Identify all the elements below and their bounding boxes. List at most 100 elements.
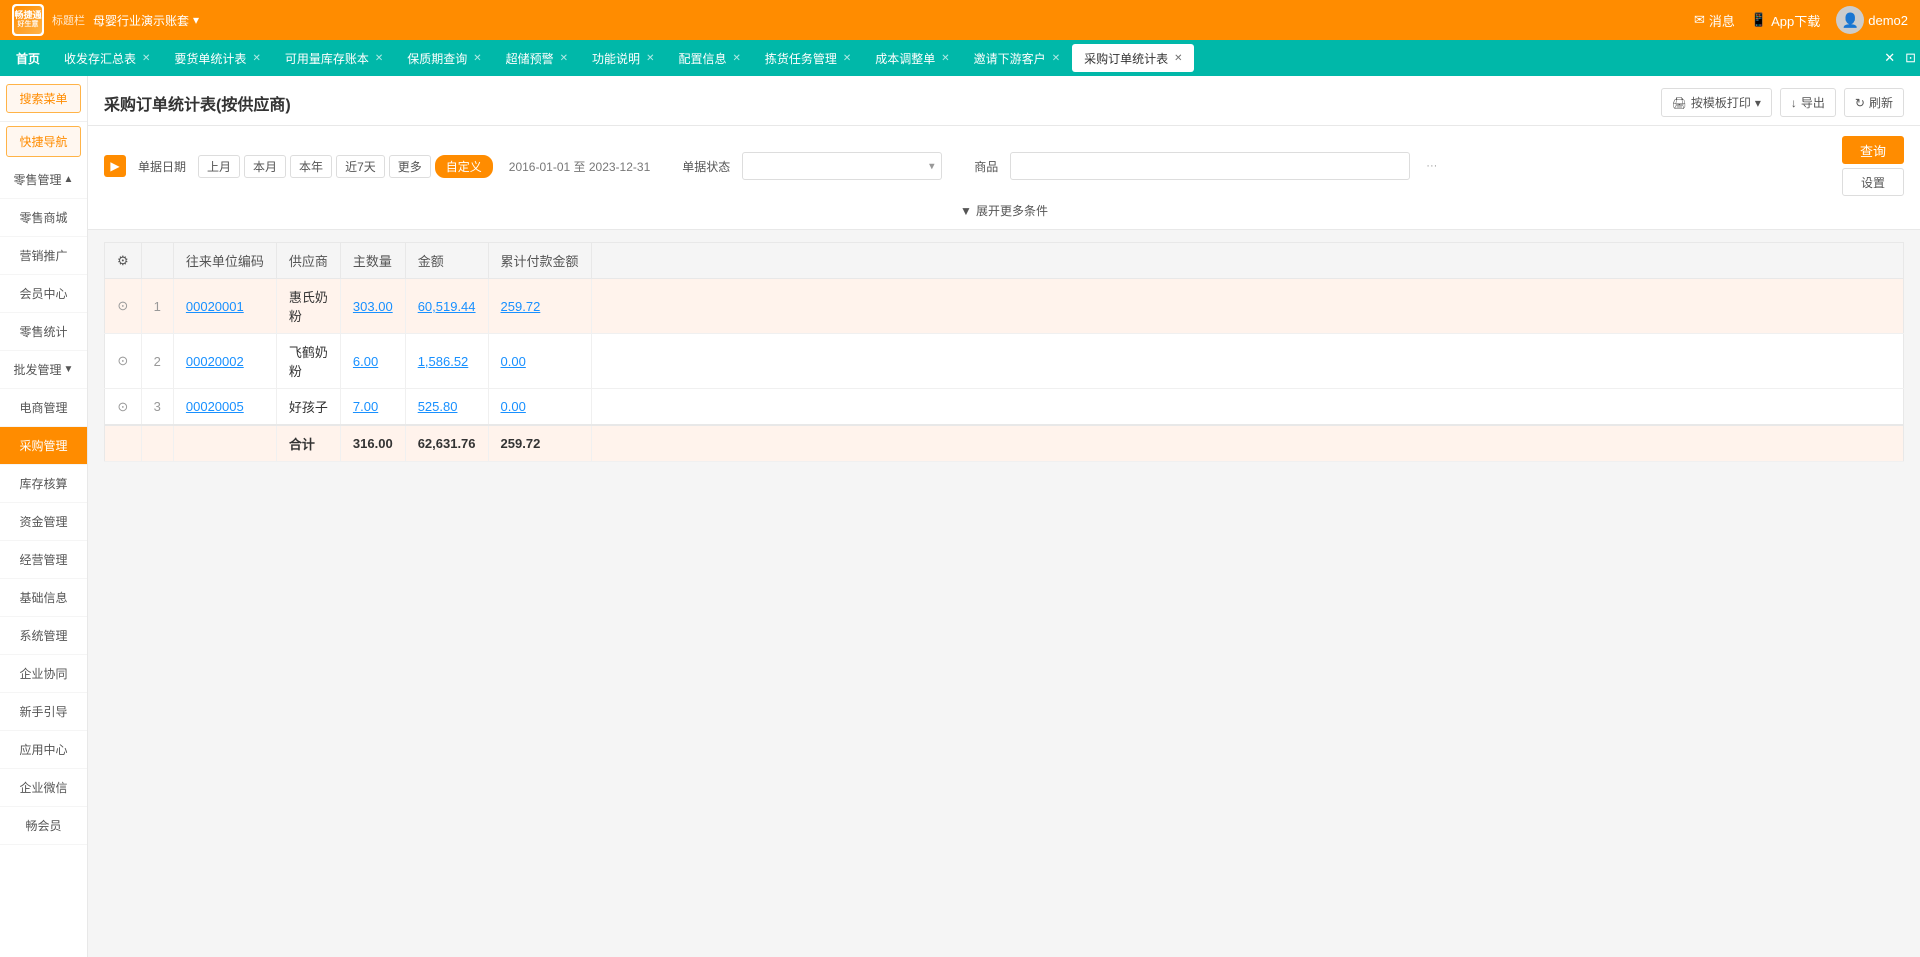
td-footer-settings <box>105 425 142 462</box>
sidebar-item-label: 经营管理 <box>19 553 67 567</box>
td-code-3: 00020005 <box>173 389 276 426</box>
sidebar-item-label: 零售商城 <box>19 211 67 225</box>
more-options-icon[interactable]: ··· <box>1426 160 1437 172</box>
app-label: 标题栏 <box>52 12 85 28</box>
tab-0[interactable]: 收发存汇总表 ✕ <box>52 44 162 72</box>
sidebar-item-guide[interactable]: 新手引导 <box>0 693 87 731</box>
tab-2[interactable]: 可用量库存账本 ✕ <box>273 44 395 72</box>
sidebar-item-basic-info[interactable]: 基础信息 <box>0 579 87 617</box>
btn-last-month[interactable]: 上月 <box>198 155 240 178</box>
settings-btn[interactable]: 设置 <box>1842 168 1904 196</box>
tab-close-8[interactable]: ✕ <box>941 53 949 64</box>
search-menu-btn[interactable]: 搜索菜单 <box>6 84 81 113</box>
th-quantity: 主数量 <box>340 243 405 279</box>
td-quantity-3: 7.00 <box>340 389 405 426</box>
btn-custom-date[interactable]: 自定义 <box>435 155 493 178</box>
print-icon: 🖨 <box>1672 96 1687 110</box>
tab-close-6[interactable]: ✕ <box>732 53 740 64</box>
row-settings-icon[interactable]: ⊙ <box>117 298 129 314</box>
status-select-wrapper: ▼ <box>742 152 942 180</box>
print-label: 按模板打印 <box>1691 94 1751 111</box>
tab-10[interactable]: 采购订单统计表 ✕ <box>1072 44 1194 72</box>
sidebar-item-label: 零售管理 <box>14 171 62 188</box>
th-index <box>141 243 173 279</box>
tab-7[interactable]: 拣货任务管理 ✕ <box>753 44 863 72</box>
sidebar-item-wholesale[interactable]: 批发管理 ▼ <box>0 351 87 389</box>
sidebar-item-ecommerce[interactable]: 电商管理 <box>0 389 87 427</box>
sidebar: 搜索菜单 快捷导航 零售管理 ▲ 零售商城 营销推广 会员中心 零售统计 批发管… <box>0 76 88 957</box>
goods-input[interactable] <box>1010 152 1410 180</box>
sidebar-item-marketing[interactable]: 营销推广 <box>0 237 87 275</box>
tab-4[interactable]: 超储预警 ✕ <box>494 44 580 72</box>
td-supplier-2: 飞鹤奶粉 <box>276 334 340 389</box>
tab-1[interactable]: 要货单统计表 ✕ <box>162 44 272 72</box>
tab-3[interactable]: 保质期查询 ✕ <box>395 44 493 72</box>
status-select[interactable] <box>742 152 942 180</box>
tab-9[interactable]: 邀请下游客户 ✕ <box>962 44 1072 72</box>
sidebar-item-label: 电商管理 <box>19 401 67 415</box>
tab-close-0[interactable]: ✕ <box>142 53 150 64</box>
message-btn[interactable]: ✉ 消息 <box>1694 11 1735 30</box>
sidebar-item-finance[interactable]: 资金管理 <box>0 503 87 541</box>
sidebar-item-system[interactable]: 系统管理 <box>0 617 87 655</box>
btn-this-year[interactable]: 本年 <box>290 155 332 178</box>
tab-close-4[interactable]: ✕ <box>560 53 568 64</box>
refresh-btn[interactable]: ↻ 刷新 <box>1844 88 1904 117</box>
company-selector[interactable]: 母婴行业演示账套 ▾ <box>93 12 199 29</box>
app-download-btn[interactable]: 📱 App下载 <box>1751 11 1820 30</box>
sidebar-item-label: 新手引导 <box>19 705 67 719</box>
sidebar-item-label: 企业协同 <box>19 667 67 681</box>
filter-toggle-btn[interactable]: ▶ <box>104 155 126 177</box>
sidebar-item-retail-management[interactable]: 零售管理 ▲ <box>0 161 87 199</box>
refresh-icon: ↻ <box>1855 96 1865 110</box>
quick-nav-btn[interactable]: 快捷导航 <box>6 126 81 157</box>
close-window-icon[interactable]: ✕ <box>1884 50 1895 66</box>
tab-close-3[interactable]: ✕ <box>473 53 481 64</box>
column-settings-icon[interactable]: ⚙ <box>117 253 129 268</box>
nav-tabs: 首页 收发存汇总表 ✕ 要货单统计表 ✕ 可用量库存账本 ✕ 保质期查询 ✕ 超… <box>0 40 1920 76</box>
tab-home[interactable]: 首页 <box>4 44 52 72</box>
sidebar-item-operations[interactable]: 经营管理 <box>0 541 87 579</box>
sidebar-item-wechat[interactable]: 企业微信 <box>0 769 87 807</box>
sidebar-item-member-club[interactable]: 畅会员 <box>0 807 87 845</box>
btn-7days[interactable]: 近7天 <box>336 155 385 178</box>
sidebar-item-inventory[interactable]: 库存核算 <box>0 465 87 503</box>
sidebar-item-label: 企业微信 <box>19 781 67 795</box>
date-range-display: 2016-01-01 至 2023-12-31 <box>509 158 650 175</box>
logo-icon: 畅捷通 好生意 <box>12 4 44 36</box>
sidebar-item-label: 资金管理 <box>19 515 67 529</box>
td-footer-label2: 合计 <box>276 425 340 462</box>
tab-close-5[interactable]: ✕ <box>646 53 654 64</box>
sidebar-item-member[interactable]: 会员中心 <box>0 275 87 313</box>
tab-6[interactable]: 配置信息 ✕ <box>666 44 752 72</box>
sidebar-item-enterprise[interactable]: 企业协同 <box>0 655 87 693</box>
sidebar-item-label: 库存核算 <box>19 477 67 491</box>
tab-label-4: 超储预警 <box>506 50 554 67</box>
sidebar-search-section: 搜索菜单 <box>0 76 87 122</box>
tab-5[interactable]: 功能说明 ✕ <box>580 44 666 72</box>
btn-more-date[interactable]: 更多 <box>389 155 431 178</box>
tab-close-10[interactable]: ✕ <box>1174 53 1182 64</box>
row-settings-icon[interactable]: ⊙ <box>117 353 129 369</box>
tab-close-2[interactable]: ✕ <box>375 53 383 64</box>
filter-actions: 查询 设置 <box>1842 136 1904 196</box>
sidebar-item-retail-stats[interactable]: 零售统计 <box>0 313 87 351</box>
user-menu[interactable]: 👤 demo2 <box>1836 6 1908 34</box>
query-btn[interactable]: 查询 <box>1842 136 1904 164</box>
export-btn[interactable]: ↓ 导出 <box>1780 88 1836 117</box>
tab-close-9[interactable]: ✕ <box>1052 53 1060 64</box>
btn-this-month[interactable]: 本月 <box>244 155 286 178</box>
td-index-3: 3 <box>141 389 173 426</box>
expand-more-btn[interactable]: ▼ 展开更多条件 <box>104 196 1904 219</box>
tab-label-1: 要货单统计表 <box>174 50 246 67</box>
restore-window-icon[interactable]: ⊡ <box>1905 50 1916 66</box>
export-icon: ↓ <box>1791 96 1797 110</box>
sidebar-item-purchase[interactable]: 采购管理 <box>0 427 87 465</box>
sidebar-item-retail-mall[interactable]: 零售商城 <box>0 199 87 237</box>
tab-close-7[interactable]: ✕ <box>843 53 851 64</box>
sidebar-item-app-center[interactable]: 应用中心 <box>0 731 87 769</box>
tab-close-1[interactable]: ✕ <box>252 53 260 64</box>
print-btn[interactable]: 🖨 按模板打印 ▾ <box>1661 88 1772 117</box>
row-settings-icon[interactable]: ⊙ <box>117 399 129 415</box>
tab-8[interactable]: 成本调整单 ✕ <box>863 44 961 72</box>
